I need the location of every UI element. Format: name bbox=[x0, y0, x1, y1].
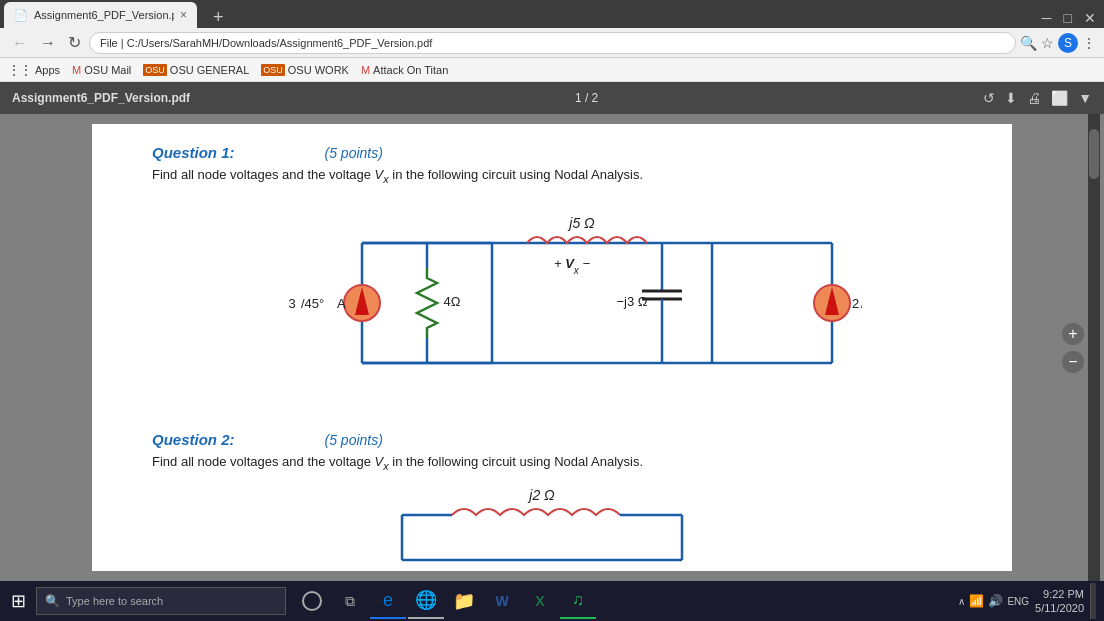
pdf-reload-btn[interactable]: ↺ bbox=[983, 90, 995, 106]
pdf-content-area: Question 1: (5 points) Find all node vol… bbox=[0, 114, 1104, 581]
taskbar-edge[interactable]: e bbox=[370, 583, 406, 619]
address-bar[interactable]: File | C:/Users/SarahMH/Downloads/Assign… bbox=[89, 32, 1016, 54]
new-tab-btn[interactable]: + bbox=[207, 7, 230, 28]
taskbar-system-tray: ∧ 📶 🔊 ENG bbox=[958, 594, 1029, 608]
taskview-icon: ⧉ bbox=[345, 593, 355, 610]
tab-close-btn[interactable]: × bbox=[180, 8, 187, 22]
pdf-controls: ↺ ⬇ 🖨 ⬜ ▼ bbox=[983, 90, 1092, 106]
svg-text:A: A bbox=[337, 296, 346, 311]
svg-text:/45°: /45° bbox=[301, 296, 324, 311]
taskbar-chrome[interactable]: 🌐 bbox=[408, 583, 444, 619]
taskbar-apps: ⧉ e 🌐 📁 W X ♫ bbox=[286, 583, 604, 619]
pdf-fullscreen-btn[interactable]: ⬜ bbox=[1051, 90, 1068, 106]
zoom-in-btn[interactable]: + bbox=[1062, 323, 1084, 345]
profile-icon[interactable]: S bbox=[1058, 33, 1078, 53]
svg-text:2: 2 bbox=[852, 296, 859, 311]
active-tab[interactable]: 📄 Assignment6_PDF_Version.pdf × bbox=[4, 2, 197, 28]
forward-btn[interactable]: → bbox=[36, 32, 60, 54]
menu-icon[interactable]: ⋮ bbox=[1082, 35, 1096, 51]
taskbar-files[interactable]: 📁 bbox=[446, 583, 482, 619]
question-2-points: (5 points) bbox=[325, 432, 383, 448]
bookmarks-bar: ⋮⋮ Question 1: Apps M OSU Mail OSU OSU G… bbox=[0, 58, 1104, 82]
pdf-print-btn[interactable]: 🖨 bbox=[1027, 90, 1041, 106]
spotify-icon: ♫ bbox=[572, 591, 584, 609]
svg-text:3: 3 bbox=[288, 296, 295, 311]
question-1-header: Question 1: (5 points) bbox=[152, 144, 952, 161]
svg-text:/0°: /0° bbox=[861, 296, 862, 311]
osu-work-bookmark[interactable]: OSU OSU WORK bbox=[261, 64, 349, 76]
question-2-header: Question 2: (5 points) bbox=[152, 431, 952, 448]
browser-search-icon[interactable]: 🔍 bbox=[1020, 35, 1037, 51]
taskbar-time: 9:22 PM bbox=[1035, 587, 1084, 601]
circuit-diagram-q1: j5 Ω + Vx − 3 /45° A 4Ω bbox=[152, 203, 952, 403]
scrollbar-side-controls: + − bbox=[1062, 323, 1084, 373]
pdf-download-btn[interactable]: ⬇ bbox=[1005, 90, 1017, 106]
taskbar-search-icon: 🔍 bbox=[45, 594, 60, 608]
address-text: File | C:/Users/SarahMH/Downloads/Assign… bbox=[100, 37, 432, 49]
taskbar-taskview[interactable]: ⧉ bbox=[332, 583, 368, 619]
tray-up-arrow[interactable]: ∧ bbox=[958, 596, 965, 607]
cortana-icon bbox=[302, 591, 322, 611]
close-btn[interactable]: ✕ bbox=[1080, 10, 1100, 26]
pdf-more-btn[interactable]: ▼ bbox=[1078, 90, 1092, 106]
refresh-btn[interactable]: ↻ bbox=[64, 31, 85, 54]
attack-icon: M bbox=[361, 64, 370, 76]
apps-grid-icon: ⋮⋮ bbox=[8, 63, 32, 77]
svg-text:j2 Ω: j2 Ω bbox=[527, 487, 555, 503]
minimize-btn[interactable]: ─ bbox=[1038, 10, 1056, 26]
excel-icon: X bbox=[535, 593, 544, 609]
vertical-scrollbar[interactable] bbox=[1088, 114, 1100, 581]
pdf-page-indicator: 1 / 2 bbox=[575, 91, 598, 105]
taskbar-search-placeholder: Type here to search bbox=[66, 595, 163, 607]
taskbar: ⊞ 🔍 Type here to search ⧉ e 🌐 📁 W X ♫ bbox=[0, 581, 1104, 621]
question-1-text: Find all node voltages and the voltage V… bbox=[152, 167, 952, 185]
svg-text:−j3 Ω: −j3 Ω bbox=[616, 294, 647, 309]
osu-work-icon: OSU bbox=[261, 64, 285, 76]
bookmark-star-icon[interactable]: ☆ bbox=[1041, 35, 1054, 51]
zoom-out-btn[interactable]: − bbox=[1062, 351, 1084, 373]
taskbar-excel[interactable]: X bbox=[522, 583, 558, 619]
start-button[interactable]: ⊞ bbox=[0, 581, 36, 621]
tab-favicon: 📄 bbox=[14, 9, 28, 22]
network-icon[interactable]: 📶 bbox=[969, 594, 984, 608]
tab-title: Assignment6_PDF_Version.pdf bbox=[34, 9, 174, 21]
osu-mail-bookmark[interactable]: M OSU Mail bbox=[72, 64, 131, 76]
apps-bookmark[interactable]: ⋮⋮ Question 1: Apps bbox=[8, 63, 60, 77]
pdf-toolbar: Assignment6_PDF_Version.pdf 1 / 2 ↺ ⬇ 🖨 … bbox=[0, 82, 1104, 114]
question-2-text: Find all node voltages and the voltage V… bbox=[152, 454, 952, 472]
attack-on-titan-bookmark[interactable]: M Attack On Titan bbox=[361, 64, 448, 76]
files-icon: 📁 bbox=[453, 590, 475, 612]
scroll-thumb[interactable] bbox=[1089, 129, 1099, 179]
osu-general-bookmark[interactable]: OSU OSU GENERAL bbox=[143, 64, 249, 76]
question-1-number: Question 1: bbox=[152, 144, 235, 161]
circuit-svg-q2: j2 Ω bbox=[352, 485, 752, 565]
windows-icon: ⊞ bbox=[11, 590, 26, 612]
chrome-icon: 🌐 bbox=[415, 589, 437, 611]
taskbar-spotify[interactable]: ♫ bbox=[560, 583, 596, 619]
taskbar-right: ∧ 📶 🔊 ENG 9:22 PM 5/11/2020 bbox=[958, 583, 1104, 619]
mail-icon: M bbox=[72, 64, 81, 76]
svg-text:4Ω: 4Ω bbox=[444, 294, 461, 309]
question-1-points: (5 points) bbox=[325, 145, 383, 161]
pdf-page: Question 1: (5 points) Find all node vol… bbox=[92, 124, 1012, 571]
show-desktop-btn[interactable] bbox=[1090, 583, 1096, 619]
taskbar-cortana[interactable] bbox=[294, 583, 330, 619]
taskbar-date: 5/11/2020 bbox=[1035, 601, 1084, 615]
eng-label: ENG bbox=[1007, 596, 1029, 607]
taskbar-search-box[interactable]: 🔍 Type here to search bbox=[36, 587, 286, 615]
taskbar-clock[interactable]: 9:22 PM 5/11/2020 bbox=[1035, 587, 1084, 616]
pdf-filename: Assignment6_PDF_Version.pdf bbox=[12, 91, 190, 105]
word-icon: W bbox=[495, 593, 508, 609]
circuit-svg-q1: j5 Ω + Vx − 3 /45° A 4Ω bbox=[242, 203, 862, 403]
edge-icon: e bbox=[383, 590, 393, 611]
svg-text:+ Vx  −: + Vx − bbox=[554, 256, 591, 276]
circuit-diagram-q2: j2 Ω bbox=[152, 485, 952, 565]
back-btn[interactable]: ← bbox=[8, 32, 32, 54]
volume-icon[interactable]: 🔊 bbox=[988, 594, 1003, 608]
osu-general-icon: OSU bbox=[143, 64, 167, 76]
maximize-btn[interactable]: □ bbox=[1060, 10, 1076, 26]
taskbar-word[interactable]: W bbox=[484, 583, 520, 619]
svg-text:j5 Ω: j5 Ω bbox=[567, 215, 595, 231]
question-2-number: Question 2: bbox=[152, 431, 235, 448]
